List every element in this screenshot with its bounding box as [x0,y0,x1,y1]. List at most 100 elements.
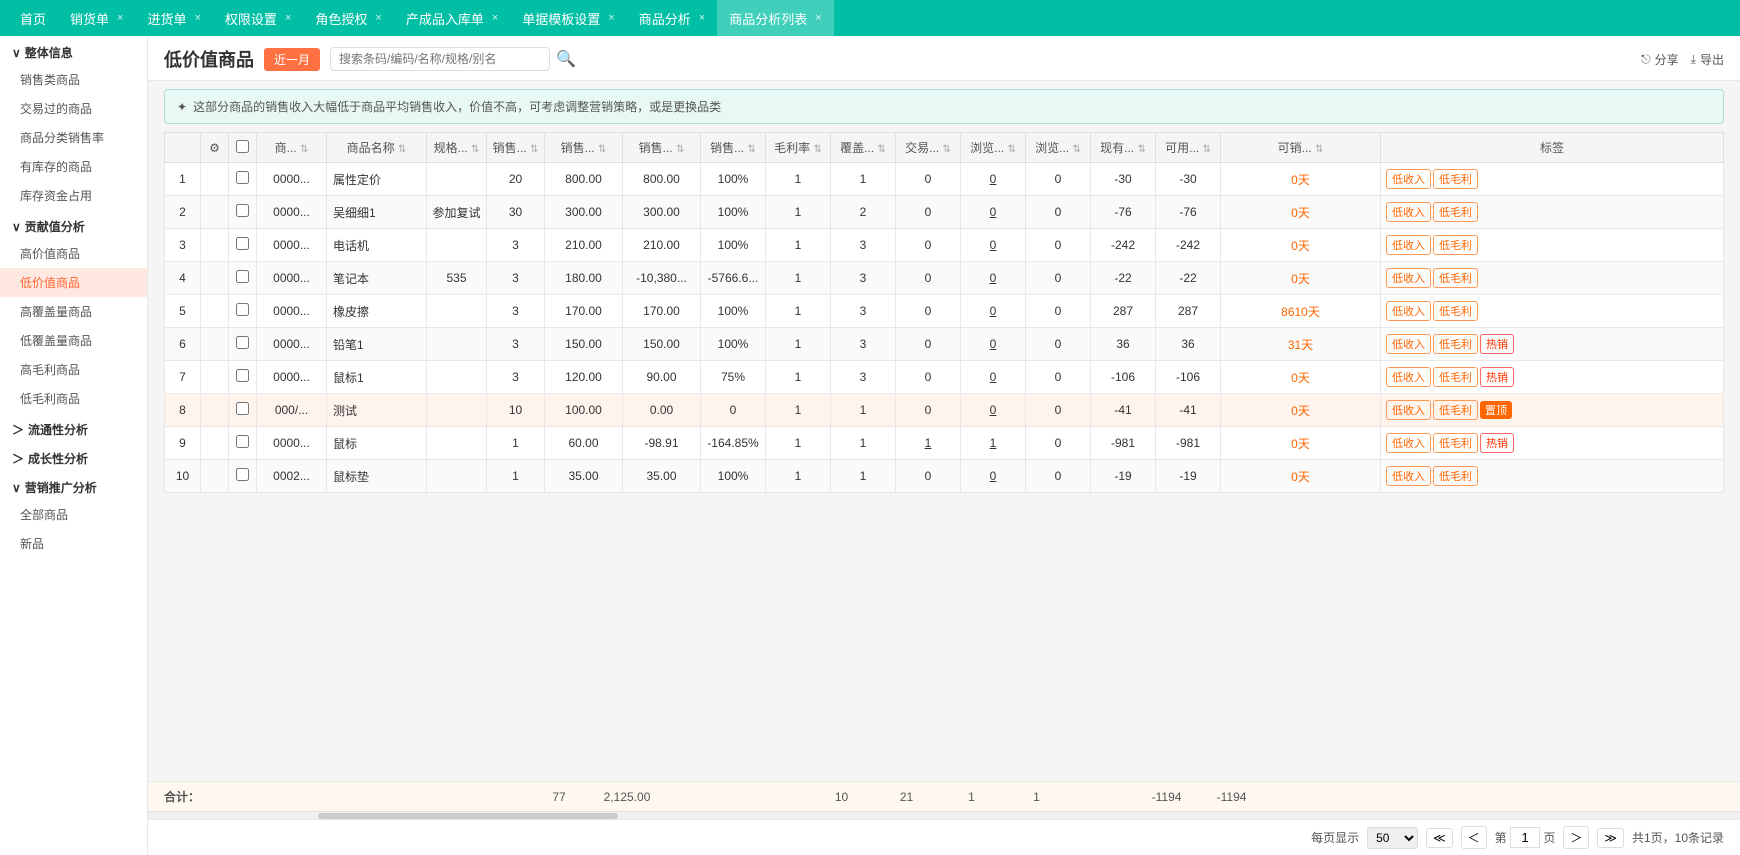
browse-link[interactable]: 0 [990,370,997,384]
col-header-name[interactable]: 商品名称 ⇅ [327,133,427,163]
row-trade[interactable]: 0 [896,361,961,394]
row-checkbox[interactable] [236,171,249,184]
browse-link[interactable]: 0 [990,469,997,483]
search-input[interactable] [330,47,550,71]
col-header-trade[interactable]: 交易... ⇅ [896,133,961,163]
row-browse1[interactable]: 0 [961,328,1026,361]
row-checkbox[interactable] [236,303,249,316]
row-name[interactable]: 鼠标 [327,427,427,460]
sidebar-item-low-margin[interactable]: 低毛利商品 [0,384,147,413]
browse-link[interactable]: 0 [990,337,997,351]
row-trade[interactable]: 0 [896,262,961,295]
share-button[interactable]: ⎋ 分享 [1641,51,1679,68]
select-all-checkbox[interactable] [236,140,249,153]
sidebar-item-low-value[interactable]: 低价值商品 [0,268,147,297]
row-name[interactable]: 电话机 [327,229,427,262]
sidebar-item-low-coverage[interactable]: 低覆盖量商品 [0,326,147,355]
nav-finished-goods[interactable]: 产成品入库单× [394,0,510,36]
col-header-check[interactable] [229,133,257,163]
nav-permissions[interactable]: 权限设置× [213,0,303,36]
sidebar-group-contribution[interactable]: ∨ 贡献值分析 [0,210,147,239]
export-button[interactable]: ⤓ 导出 [1691,51,1724,68]
search-icon[interactable]: 🔍 [556,49,576,69]
nav-sales-order[interactable]: 销货单× [58,0,135,36]
row-checkbox[interactable] [236,435,249,448]
row-checkbox[interactable] [236,237,249,250]
row-check-cell[interactable] [229,460,257,493]
sidebar-item-sales-goods[interactable]: 销售类商品 [0,65,147,94]
row-name[interactable]: 测试 [327,394,427,427]
row-trade[interactable]: 0 [896,394,961,427]
sidebar-item-in-stock-goods[interactable]: 有库存的商品 [0,152,147,181]
row-browse1[interactable]: 0 [961,196,1026,229]
browse-link[interactable]: 0 [990,271,997,285]
row-browse1[interactable]: 0 [961,262,1026,295]
row-trade[interactable]: 1 [896,427,961,460]
nav-role-auth[interactable]: 角色授权× [303,0,393,36]
sidebar-item-all-goods[interactable]: 全部商品 [0,500,147,529]
row-browse1[interactable]: 0 [961,295,1026,328]
sidebar-item-high-margin[interactable]: 高毛利商品 [0,355,147,384]
row-checkbox[interactable] [236,270,249,283]
row-check-cell[interactable] [229,262,257,295]
row-trade[interactable]: 0 [896,196,961,229]
row-trade[interactable]: 0 [896,163,961,196]
col-header-sales1[interactable]: 销售... ⇅ [545,133,623,163]
row-checkbox[interactable] [236,468,249,481]
row-name[interactable]: 铅笔1 [327,328,427,361]
row-check-cell[interactable] [229,361,257,394]
col-header-stock1[interactable]: 现有... ⇅ [1091,133,1156,163]
row-browse1[interactable]: 1 [961,427,1026,460]
row-trade[interactable]: 0 [896,328,961,361]
sidebar-item-inventory-funds[interactable]: 库存资金占用 [0,181,147,210]
col-header-sales-qty[interactable]: 销售... ⇅ [487,133,545,163]
row-check-cell[interactable] [229,229,257,262]
sidebar-group-circulation[interactable]: ＞ 流通性分析 [0,413,147,442]
sidebar-group-marketing[interactable]: ∨ 营销推广分析 [0,471,147,500]
row-trade[interactable]: 0 [896,295,961,328]
row-checkbox[interactable] [236,336,249,349]
prev-page-button[interactable]: ＜ [1461,826,1487,849]
nav-home[interactable]: 首页 [8,0,58,36]
browse-link[interactable]: 0 [990,172,997,186]
sidebar-item-high-coverage[interactable]: 高覆盖量商品 [0,297,147,326]
row-browse1[interactable]: 0 [961,229,1026,262]
row-checkbox[interactable] [236,402,249,415]
col-header-cover[interactable]: 覆盖... ⇅ [831,133,896,163]
row-name[interactable]: 鼠标垫 [327,460,427,493]
row-check-cell[interactable] [229,328,257,361]
sidebar-item-new-goods[interactable]: 新品 [0,529,147,558]
row-trade[interactable]: 0 [896,229,961,262]
browse-link[interactable]: 0 [990,403,997,417]
row-browse1[interactable]: 0 [961,163,1026,196]
page-size-select[interactable]: 50 20 100 [1367,827,1418,849]
row-name[interactable]: 橡皮擦 [327,295,427,328]
col-header-avail[interactable]: 可用... ⇅ [1156,133,1221,163]
col-header-code[interactable]: 商... ⇅ [257,133,327,163]
browse-link[interactable]: 0 [990,205,997,219]
row-check-cell[interactable] [229,163,257,196]
nav-template-settings[interactable]: 单据模板设置× [510,0,626,36]
browse-link[interactable]: 1 [990,436,997,450]
filter-recent-month-button[interactable]: 近一月 [264,48,320,71]
sidebar-item-high-value[interactable]: 高价值商品 [0,239,147,268]
row-check-cell[interactable] [229,196,257,229]
first-page-button[interactable]: ≪ [1426,828,1453,848]
sidebar-item-category-sales-rate[interactable]: 商品分类销售率 [0,123,147,152]
row-check-cell[interactable] [229,427,257,460]
page-input[interactable] [1510,827,1540,848]
row-browse1[interactable]: 0 [961,361,1026,394]
col-header-browse2[interactable]: 浏览... ⇅ [1026,133,1091,163]
col-header-sales2[interactable]: 销售... ⇅ [623,133,701,163]
nav-purchase-order[interactable]: 进货单× [135,0,212,36]
sidebar-group-growth[interactable]: ＞ 成长性分析 [0,442,147,471]
row-browse1[interactable]: 0 [961,394,1026,427]
row-browse1[interactable]: 0 [961,460,1026,493]
col-header-browse1[interactable]: 浏览... ⇅ [961,133,1026,163]
sidebar-item-traded-goods[interactable]: 交易过的商品 [0,94,147,123]
last-page-button[interactable]: ≫ [1597,828,1624,848]
row-name[interactable]: 鼠标1 [327,361,427,394]
col-header-gear[interactable]: ⚙ [201,133,229,163]
row-name[interactable]: 吴细细1 [327,196,427,229]
browse-link[interactable]: 0 [990,238,997,252]
